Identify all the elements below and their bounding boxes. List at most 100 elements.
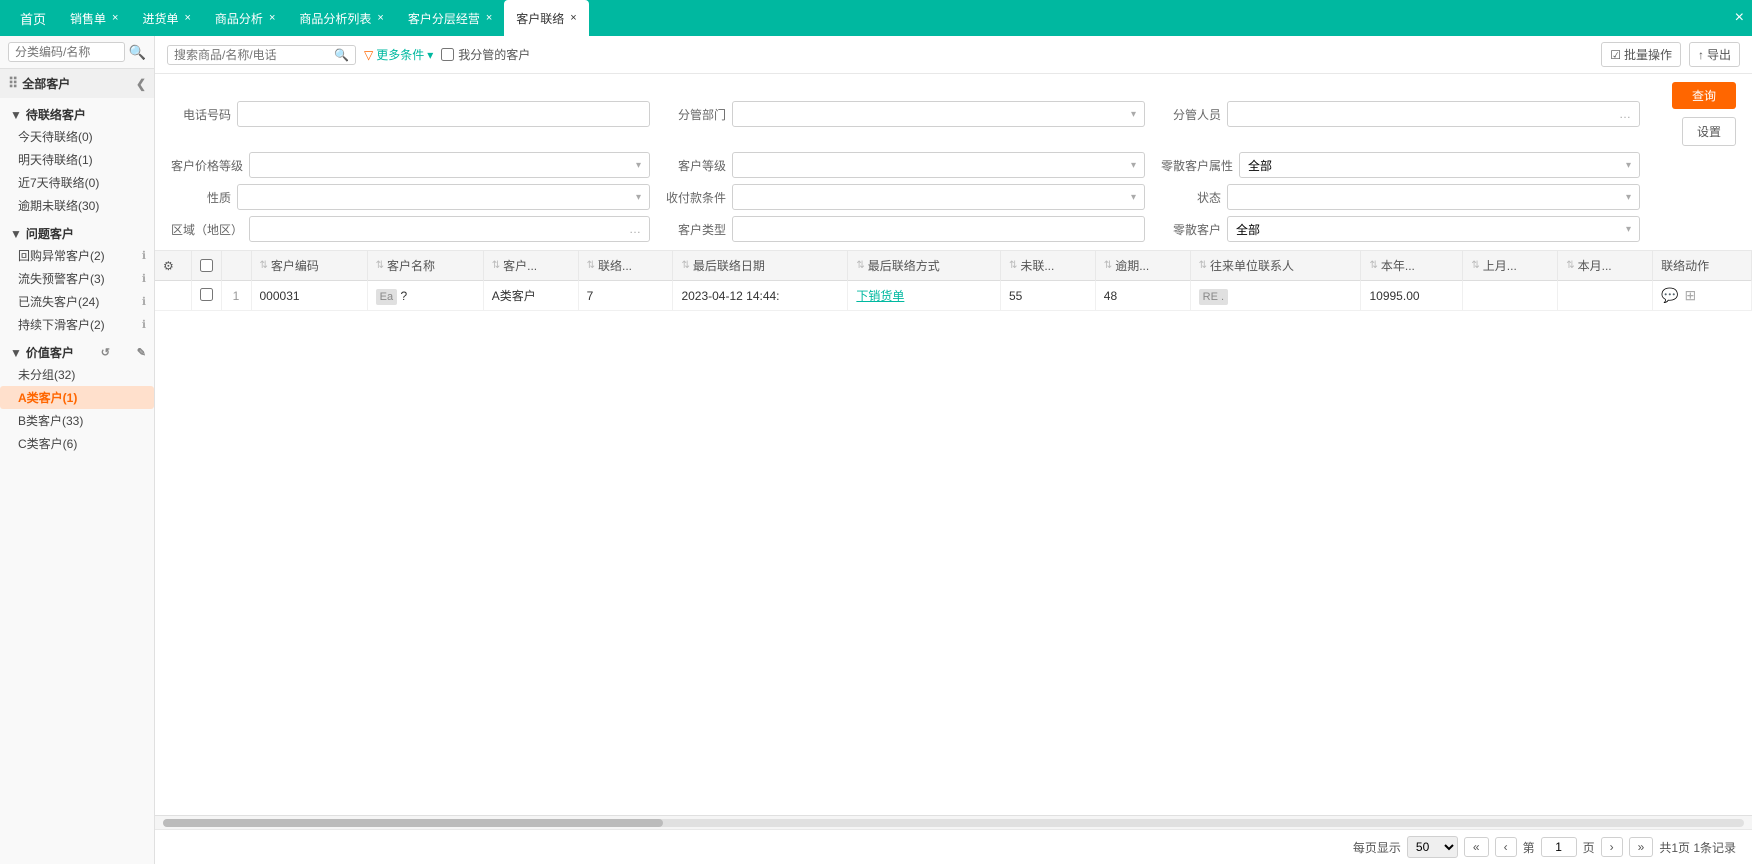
close-analysis-list-tab[interactable]: × (377, 12, 383, 24)
page-label: 第 (1523, 839, 1535, 856)
sidebar-item-churned[interactable]: 已流失客户(24) ℹ (0, 290, 154, 313)
home-tab[interactable]: 首页 (8, 0, 58, 36)
row-checkbox[interactable] (200, 288, 213, 301)
all-customers-header[interactable]: ⠿ 全部客户 ❮ (0, 69, 154, 98)
sidebar-item-class-b[interactable]: B类客户(33) (0, 409, 154, 432)
th-overdue[interactable]: ⇅ 逾期... (1095, 251, 1190, 281)
query-button[interactable]: 查询 (1672, 82, 1736, 109)
chat-icon[interactable]: 💬 (1661, 287, 1678, 304)
th-contact-person[interactable]: ⇅ 联络... (578, 251, 673, 281)
field-region-input[interactable]: … (249, 216, 650, 242)
th-unit-contact[interactable]: ⇅ 往来单位联系人 (1190, 251, 1361, 281)
field-payment-label: 收付款条件 (666, 189, 726, 206)
dots-btn-region[interactable]: … (629, 222, 641, 236)
global-close-button[interactable]: × (1735, 9, 1744, 27)
close-purchase-tab[interactable]: × (184, 12, 190, 24)
sidebar-item-7days[interactable]: 近7天待联络(0) (0, 171, 154, 194)
th-last-contact-date[interactable]: ⇅ 最后联络日期 (673, 251, 848, 281)
settings-button[interactable]: 设置 (1682, 117, 1736, 146)
field-dept-select[interactable]: ▾ (732, 101, 1145, 127)
tab-purchase[interactable]: 进货单 × (130, 0, 202, 36)
th-uncontacted[interactable]: ⇅ 未联... (1000, 251, 1095, 281)
th-settings[interactable]: ⚙ (155, 251, 191, 281)
th-customer-name[interactable]: ⇅ 客户名称 (367, 251, 483, 281)
sidebar-search-input[interactable] (8, 42, 125, 62)
next-page-btn[interactable]: › (1601, 837, 1623, 857)
my-customers-checkbox-area[interactable]: 我分管的客户 (441, 46, 530, 63)
filter-search-icon[interactable]: 🔍 (334, 48, 349, 62)
group-value-customers[interactable]: ▼ 价值客户 ↺ ✎ (0, 340, 154, 363)
sidebar-item-tomorrow[interactable]: 明天待联络(1) (0, 148, 154, 171)
tab-customer-contact[interactable]: 客户联络 × (504, 0, 588, 36)
td-settings (155, 281, 191, 311)
th-last-month[interactable]: ⇅ 上月... (1463, 251, 1558, 281)
field-retail-attr-select[interactable]: 全部 ▾ (1239, 152, 1640, 178)
table-area: ⚙ ⇅ 客户编码 (155, 251, 1752, 815)
page-number-input[interactable] (1541, 837, 1577, 857)
field-status-select[interactable]: ▾ (1227, 184, 1640, 210)
page-size-select[interactable]: 10 20 50 100 (1407, 836, 1458, 858)
field-manager-input[interactable]: … (1227, 101, 1640, 127)
first-page-btn[interactable]: « (1464, 837, 1489, 857)
sidebar-item-today[interactable]: 今天待联络(0) (0, 125, 154, 148)
sidebar-item-churn-warning[interactable]: 流失预警客户(3) ℹ (0, 267, 154, 290)
th-actions: 联络动作 (1653, 251, 1752, 281)
filter-row-2: 客户价格等级 ▾ 客户等级 ▾ 零散客户属性 全部 (171, 152, 1736, 178)
tab-analysis-list[interactable]: 商品分析列表 × (287, 0, 395, 36)
field-phone-input[interactable] (237, 101, 650, 127)
group-pending-contact[interactable]: ▼ 待联络客户 (0, 102, 154, 125)
filter-search-box[interactable]: 🔍 (167, 45, 356, 65)
refresh-icon[interactable]: ↺ (101, 346, 110, 359)
th-this-month[interactable]: ⇅ 本月... (1558, 251, 1653, 281)
export-btn[interactable]: ↑ 导出 (1689, 42, 1740, 67)
tab-analysis[interactable]: 商品分析 × (203, 0, 287, 36)
filter-search-input[interactable] (174, 48, 334, 62)
sidebar-item-overdue[interactable]: 逾期未联络(30) (0, 194, 154, 217)
field-retail-customer-select[interactable]: 全部 ▾ (1227, 216, 1640, 242)
td-last-month (1463, 281, 1558, 311)
edit-group-icon[interactable]: ✎ (137, 346, 146, 359)
sidebar-item-abnormal[interactable]: 回购异常客户(2) ℹ (0, 244, 154, 267)
close-customer-mgmt-tab[interactable]: × (486, 12, 492, 24)
table-row: 1 000031 Ea ? A类客户 7 2023-04-12 14:44: 下… (155, 281, 1752, 311)
td-last-contact-method[interactable]: 下销货单 (848, 281, 1001, 311)
scrollbar-track[interactable] (163, 819, 1744, 827)
more-filters-btn[interactable]: ▽ 更多条件 ▾ (364, 46, 433, 63)
th-customer-code[interactable]: ⇅ 客户编码 (251, 251, 367, 281)
td-checkbox[interactable] (191, 281, 221, 311)
sidebar-item-unclassified[interactable]: 未分组(32) (0, 363, 154, 386)
my-customers-checkbox[interactable] (441, 48, 454, 61)
sidebar-search-icon[interactable]: 🔍 (129, 44, 146, 61)
sidebar-item-class-c[interactable]: C类客户(6) (0, 432, 154, 455)
th-checkbox[interactable] (191, 251, 221, 281)
qr-icon[interactable]: ⊞ (1685, 287, 1697, 304)
field-customer-level-select[interactable]: ▾ (732, 152, 1145, 178)
horizontal-scrollbar[interactable] (155, 815, 1752, 829)
tab-customer-mgmt[interactable]: 客户分层经营 × (396, 0, 504, 36)
th-customer-type[interactable]: ⇅ 客户... (483, 251, 578, 281)
last-page-btn[interactable]: » (1629, 837, 1654, 857)
close-customer-contact-tab[interactable]: × (570, 12, 576, 24)
th-this-year[interactable]: ⇅ 本年... (1361, 251, 1463, 281)
field-nature-select[interactable]: ▾ (237, 184, 650, 210)
field-customer-type-input[interactable] (732, 216, 1145, 242)
prev-page-btn[interactable]: ‹ (1495, 837, 1517, 857)
settings-icon[interactable]: ⚙ (163, 259, 174, 273)
th-last-contact-method[interactable]: ⇅ 最后联络方式 (848, 251, 1001, 281)
field-retail-attr-label: 零散客户属性 (1161, 157, 1233, 174)
close-analysis-tab[interactable]: × (269, 12, 275, 24)
sidebar-item-declining[interactable]: 持续下滑客户(2) ℹ (0, 313, 154, 336)
close-sales-tab[interactable]: × (112, 12, 118, 24)
sidebar-item-class-a[interactable]: A类客户(1) (0, 386, 154, 409)
scrollbar-thumb[interactable] (163, 819, 663, 827)
triangle-icon3: ▼ (10, 346, 22, 360)
field-price-level-select[interactable]: ▾ (249, 152, 650, 178)
last-contact-link[interactable]: 下销货单 (856, 289, 904, 303)
field-dept-label: 分管部门 (666, 106, 726, 123)
tab-sales[interactable]: 销售单 × (58, 0, 130, 36)
batch-action-btn[interactable]: ☑ 批量操作 (1601, 42, 1681, 67)
select-all-checkbox[interactable] (200, 259, 213, 272)
field-payment-select[interactable]: ▾ (732, 184, 1145, 210)
dots-btn-manager[interactable]: … (1619, 107, 1631, 121)
group-problem-customers[interactable]: ▼ 问题客户 (0, 221, 154, 244)
